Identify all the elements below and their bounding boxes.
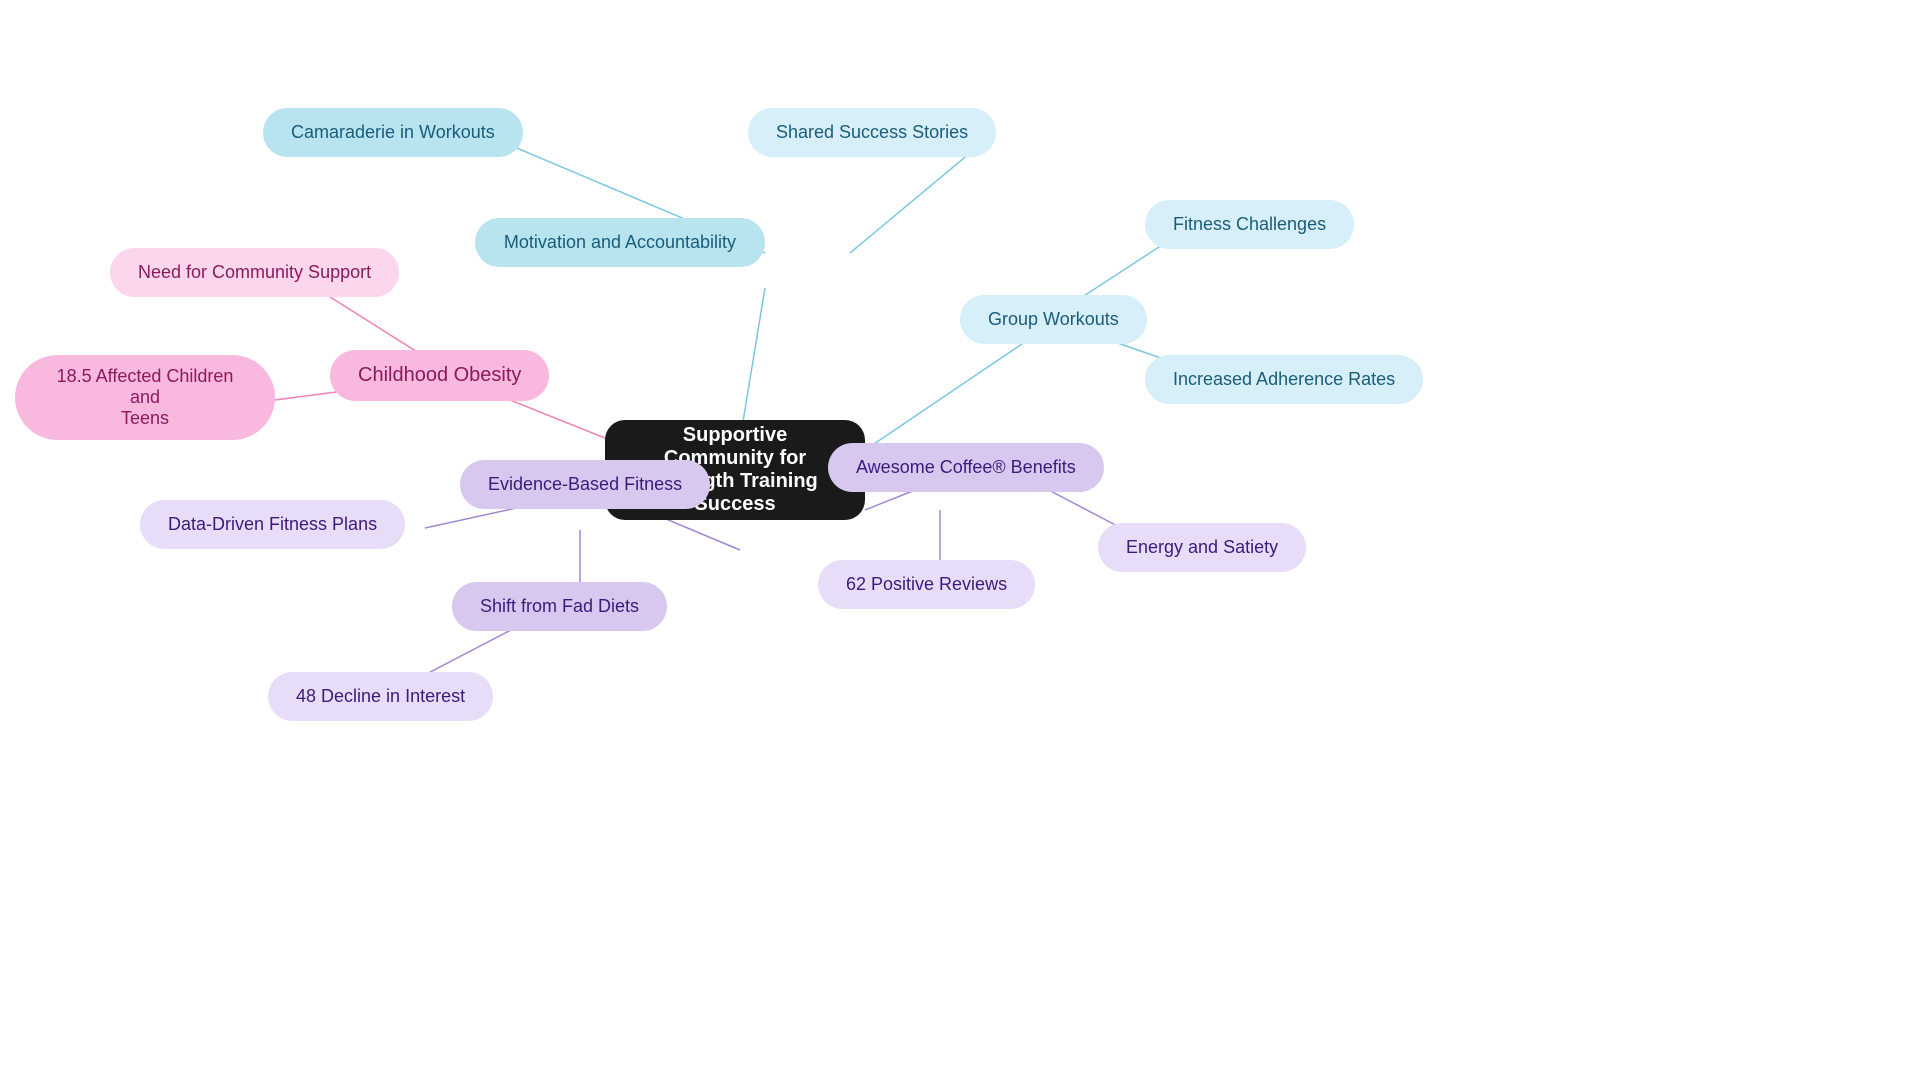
node-data-driven: Data-Driven Fitness Plans: [140, 500, 405, 549]
node-awesome-coffee: Awesome Coffee® Benefits: [828, 443, 1104, 492]
node-shift-fad: Shift from Fad Diets: [452, 582, 667, 631]
node-fitness-challenges: Fitness Challenges: [1145, 200, 1354, 249]
node-motivation-accountability: Motivation and Accountability: [475, 218, 765, 267]
node-decline-interest: 48 Decline in Interest: [268, 672, 493, 721]
node-positive-reviews: 62 Positive Reviews: [818, 560, 1035, 609]
node-energy-satiety: Energy and Satiety: [1098, 523, 1306, 572]
node-evidence-based: Evidence-Based Fitness: [460, 460, 710, 509]
node-childhood-obesity: Childhood Obesity: [330, 350, 549, 401]
node-increased-adherence: Increased Adherence Rates: [1145, 355, 1423, 404]
node-shared-success: Shared Success Stories: [748, 108, 996, 157]
node-affected-children: 18.5 Affected Children andTeens: [15, 355, 275, 440]
node-camaraderie: Camaraderie in Workouts: [263, 108, 523, 157]
node-need-community: Need for Community Support: [110, 248, 399, 297]
node-group-workouts: Group Workouts: [960, 295, 1147, 344]
